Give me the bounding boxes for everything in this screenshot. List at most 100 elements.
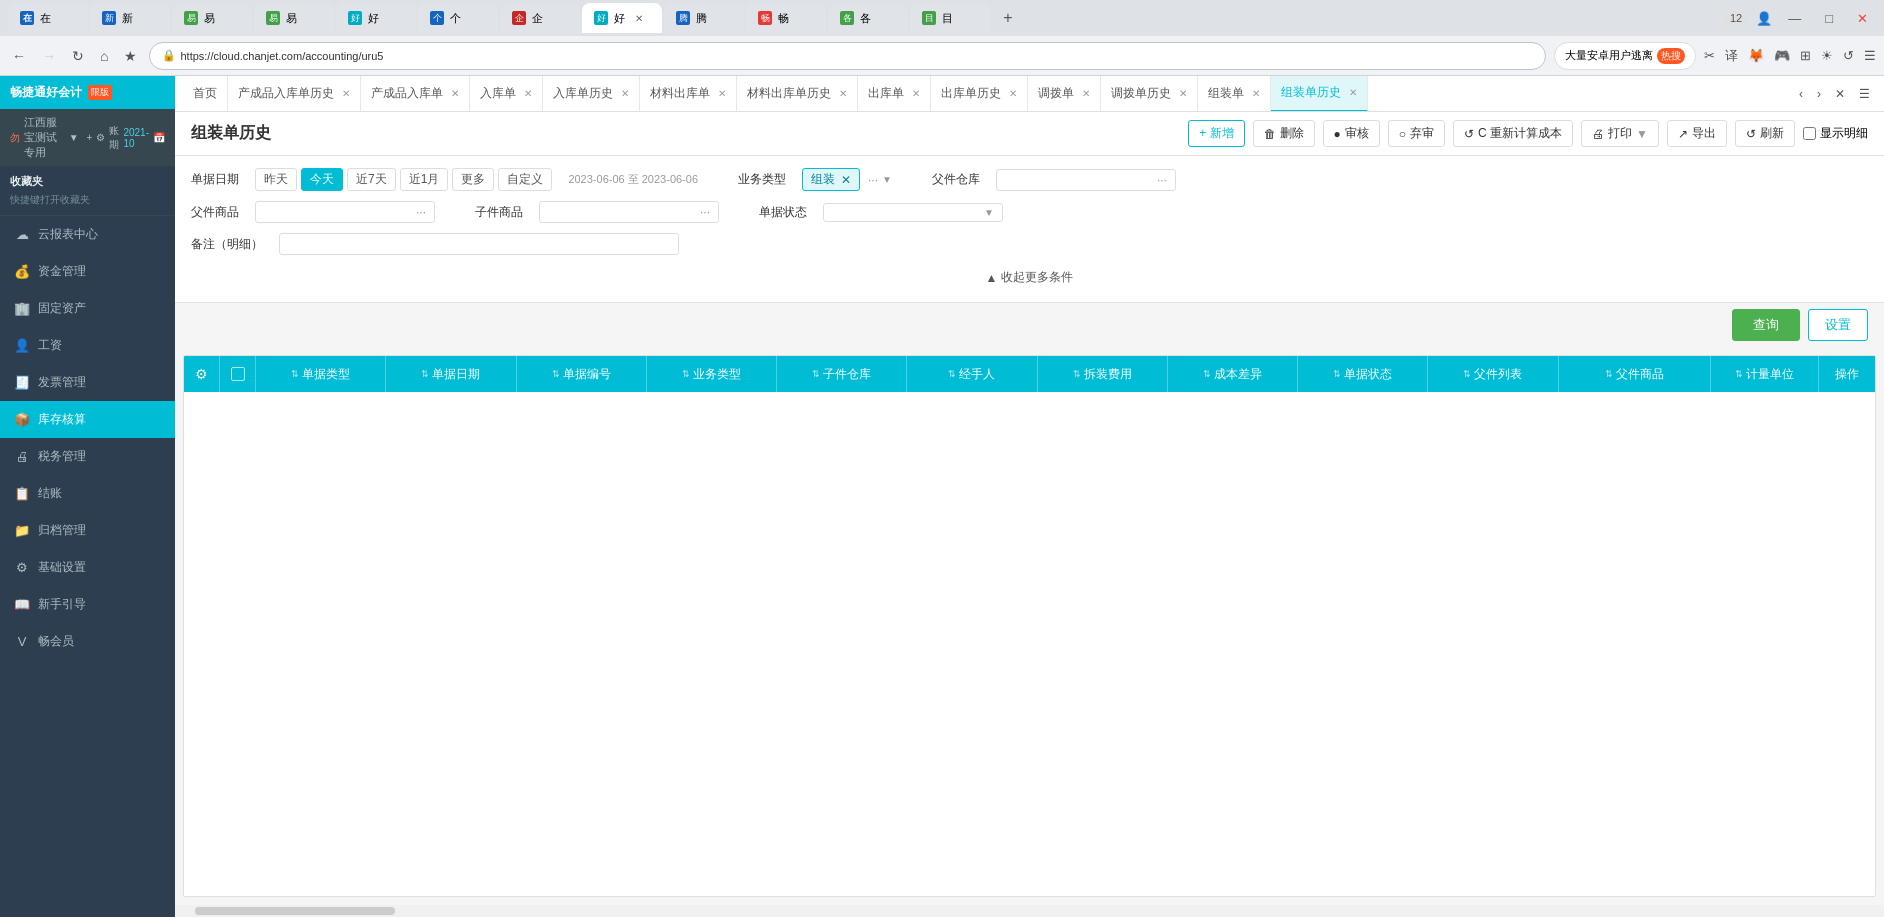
parent-warehouse-input[interactable]: ··· (996, 169, 1176, 191)
tab-transfer-close[interactable]: ✕ (1082, 88, 1090, 99)
date-1month[interactable]: 近1月 (400, 168, 449, 191)
show-detail-checkbox[interactable]: 显示明细 (1803, 125, 1868, 142)
nav-close-all[interactable]: ✕ (1829, 83, 1851, 105)
browser-tab-4[interactable]: 易 易 (254, 3, 334, 33)
tab-outbound-history[interactable]: 出库单历史 ✕ (931, 76, 1028, 112)
extension-icon[interactable]: 🦊 (1748, 48, 1764, 63)
th-bill-date[interactable]: ⇅ 单据日期 (386, 356, 516, 392)
nav-right-arrow[interactable]: › (1811, 83, 1827, 105)
th-business-type[interactable]: ⇅ 业务类型 (647, 356, 777, 392)
parent-goods-dots[interactable]: ··· (416, 205, 426, 219)
query-button[interactable]: 查询 (1732, 309, 1800, 341)
bottom-scrollbar[interactable] (175, 905, 1884, 917)
bill-status-select[interactable]: ▼ (823, 203, 1003, 222)
child-goods-input[interactable]: ··· (539, 201, 719, 223)
browser-tab-8[interactable]: 好 好 ✕ (582, 3, 662, 33)
sidebar-item-archive[interactable]: 📁 归档管理 (0, 512, 175, 549)
print-dropdown[interactable]: ▼ (1636, 127, 1648, 141)
business-type-tag-close[interactable]: ✕ (841, 173, 851, 187)
tab-inbound-history[interactable]: 入库单历史 ✕ (543, 76, 640, 112)
sidebar-item-reports[interactable]: ☁ 云报表中心 (0, 216, 175, 253)
sidebar-item-settings[interactable]: ⚙ 基础设置 (0, 549, 175, 586)
tab-inbound-history-close[interactable]: ✕ (621, 88, 629, 99)
translate-icon[interactable]: 译 (1725, 47, 1738, 65)
menu-icon[interactable]: ☰ (1864, 48, 1876, 63)
date-more[interactable]: 更多 (452, 168, 494, 191)
sidebar-item-tax[interactable]: 🖨 税务管理 (0, 438, 175, 475)
abandon-button[interactable]: ○ 弃审 (1388, 120, 1445, 147)
tab-transfer-history[interactable]: 调拨单历史 ✕ (1101, 76, 1198, 112)
home-button[interactable]: ⌂ (96, 44, 112, 68)
nav-menu[interactable]: ☰ (1853, 83, 1876, 105)
th-handler[interactable]: ⇅ 经手人 (907, 356, 1037, 392)
tab-assembly-history[interactable]: 组装单历史 ✕ (1271, 76, 1368, 112)
child-goods-dots[interactable]: ··· (700, 205, 710, 219)
profile-icon[interactable]: 👤 (1756, 11, 1772, 26)
sidebar-item-guide[interactable]: 📖 新手引导 (0, 586, 175, 623)
tab-material-out-history-close[interactable]: ✕ (839, 88, 847, 99)
tab-outbound[interactable]: 出库单 ✕ (858, 76, 931, 112)
settings-gear-icon[interactable]: ⚙ (195, 366, 208, 382)
search-box[interactable]: 大量安卓用户逃离 热搜 (1554, 42, 1696, 70)
th-child-warehouse[interactable]: ⇅ 子件仓库 (777, 356, 907, 392)
browser-tab-1[interactable]: 在 在 (8, 3, 88, 33)
browser-tab-5[interactable]: 好 好 (336, 3, 416, 33)
brightness-icon[interactable]: ☀ (1821, 48, 1833, 63)
browser-tab-11[interactable]: 各 各 (828, 3, 908, 33)
date-custom[interactable]: 自定义 (498, 168, 552, 191)
game-icon[interactable]: 🎮 (1774, 48, 1790, 63)
browser-tab-12[interactable]: 目 目 (910, 3, 990, 33)
print-button[interactable]: 🖨 打印 ▼ (1581, 120, 1659, 147)
th-assembly-fee[interactable]: ⇅ 拆装费用 (1038, 356, 1168, 392)
refresh-button-header[interactable]: ↺ 刷新 (1735, 120, 1795, 147)
approve-button[interactable]: ● 审核 (1323, 120, 1380, 147)
remark-input[interactable] (279, 233, 679, 255)
date-yesterday[interactable]: 昨天 (255, 168, 297, 191)
tab-transfer[interactable]: 调拨单 ✕ (1028, 76, 1101, 112)
collapse-button[interactable]: ▲ 收起更多条件 (986, 265, 1074, 290)
th-cost-diff[interactable]: ⇅ 成本差异 (1168, 356, 1298, 392)
tab-finished[interactable]: 产成品入库单 ✕ (361, 76, 470, 112)
browser-tab-2[interactable]: 新 新 (90, 3, 170, 33)
back-button[interactable]: ← (8, 44, 30, 68)
scrollbar-thumb[interactable] (195, 907, 395, 915)
th-bill-no[interactable]: ⇅ 单据编号 (517, 356, 647, 392)
forward-button[interactable]: → (38, 44, 60, 68)
favorites-sub[interactable]: 快捷键打开收藏夹 (10, 193, 165, 207)
tab-finished-close[interactable]: ✕ (451, 88, 459, 99)
tab-outbound-history-close[interactable]: ✕ (1009, 88, 1017, 99)
undo-icon[interactable]: ↺ (1843, 48, 1854, 63)
th-parent-goods[interactable]: ⇅ 父件商品 (1559, 356, 1712, 392)
tab-close-8[interactable]: ✕ (635, 13, 643, 24)
tab-assembly-close[interactable]: ✕ (1252, 88, 1260, 99)
tab-assembly-history-close[interactable]: ✕ (1349, 87, 1357, 98)
tab-material-out[interactable]: 材料出库单 ✕ (640, 76, 737, 112)
header-checkbox[interactable] (231, 367, 245, 381)
th-bill-type[interactable]: ⇅ 单据类型 (256, 356, 386, 392)
new-tab-button[interactable]: + (994, 4, 1022, 32)
tab-inbound[interactable]: 入库单 ✕ (470, 76, 543, 112)
browser-tab-9[interactable]: 腾 腾 (664, 3, 744, 33)
business-type-more[interactable]: ··· (868, 173, 878, 187)
tab-home[interactable]: 首页 (183, 76, 228, 112)
th-parent-list[interactable]: ⇅ 父件列表 (1428, 356, 1558, 392)
parent-warehouse-dots[interactable]: ··· (1157, 173, 1167, 187)
browser-tab-3[interactable]: 易 易 (172, 3, 252, 33)
sidebar-item-inventory[interactable]: 📦 库存核算 (0, 401, 175, 438)
settings-button[interactable]: 设置 (1808, 309, 1868, 341)
delete-button[interactable]: 🗑 删除 (1253, 120, 1315, 147)
maximize-button[interactable]: □ (1817, 9, 1841, 28)
sidebar-item-assets[interactable]: 🏢 固定资产 (0, 290, 175, 327)
date-7days[interactable]: 近7天 (347, 168, 396, 191)
browser-tab-6[interactable]: 个 个 (418, 3, 498, 33)
sidebar-item-member[interactable]: V 畅会员 (0, 623, 175, 660)
tab-transfer-history-close[interactable]: ✕ (1179, 88, 1187, 99)
minimize-button[interactable]: — (1780, 9, 1809, 28)
th-checkbox[interactable] (220, 356, 256, 392)
nav-left-arrow[interactable]: ‹ (1793, 83, 1809, 105)
tab-inbound-close[interactable]: ✕ (524, 88, 532, 99)
new-button[interactable]: + 新增 (1188, 120, 1244, 147)
grid-icon[interactable]: ⊞ (1800, 48, 1811, 63)
business-type-arrow[interactable]: ▼ (882, 174, 892, 185)
show-detail-input[interactable] (1803, 127, 1816, 140)
